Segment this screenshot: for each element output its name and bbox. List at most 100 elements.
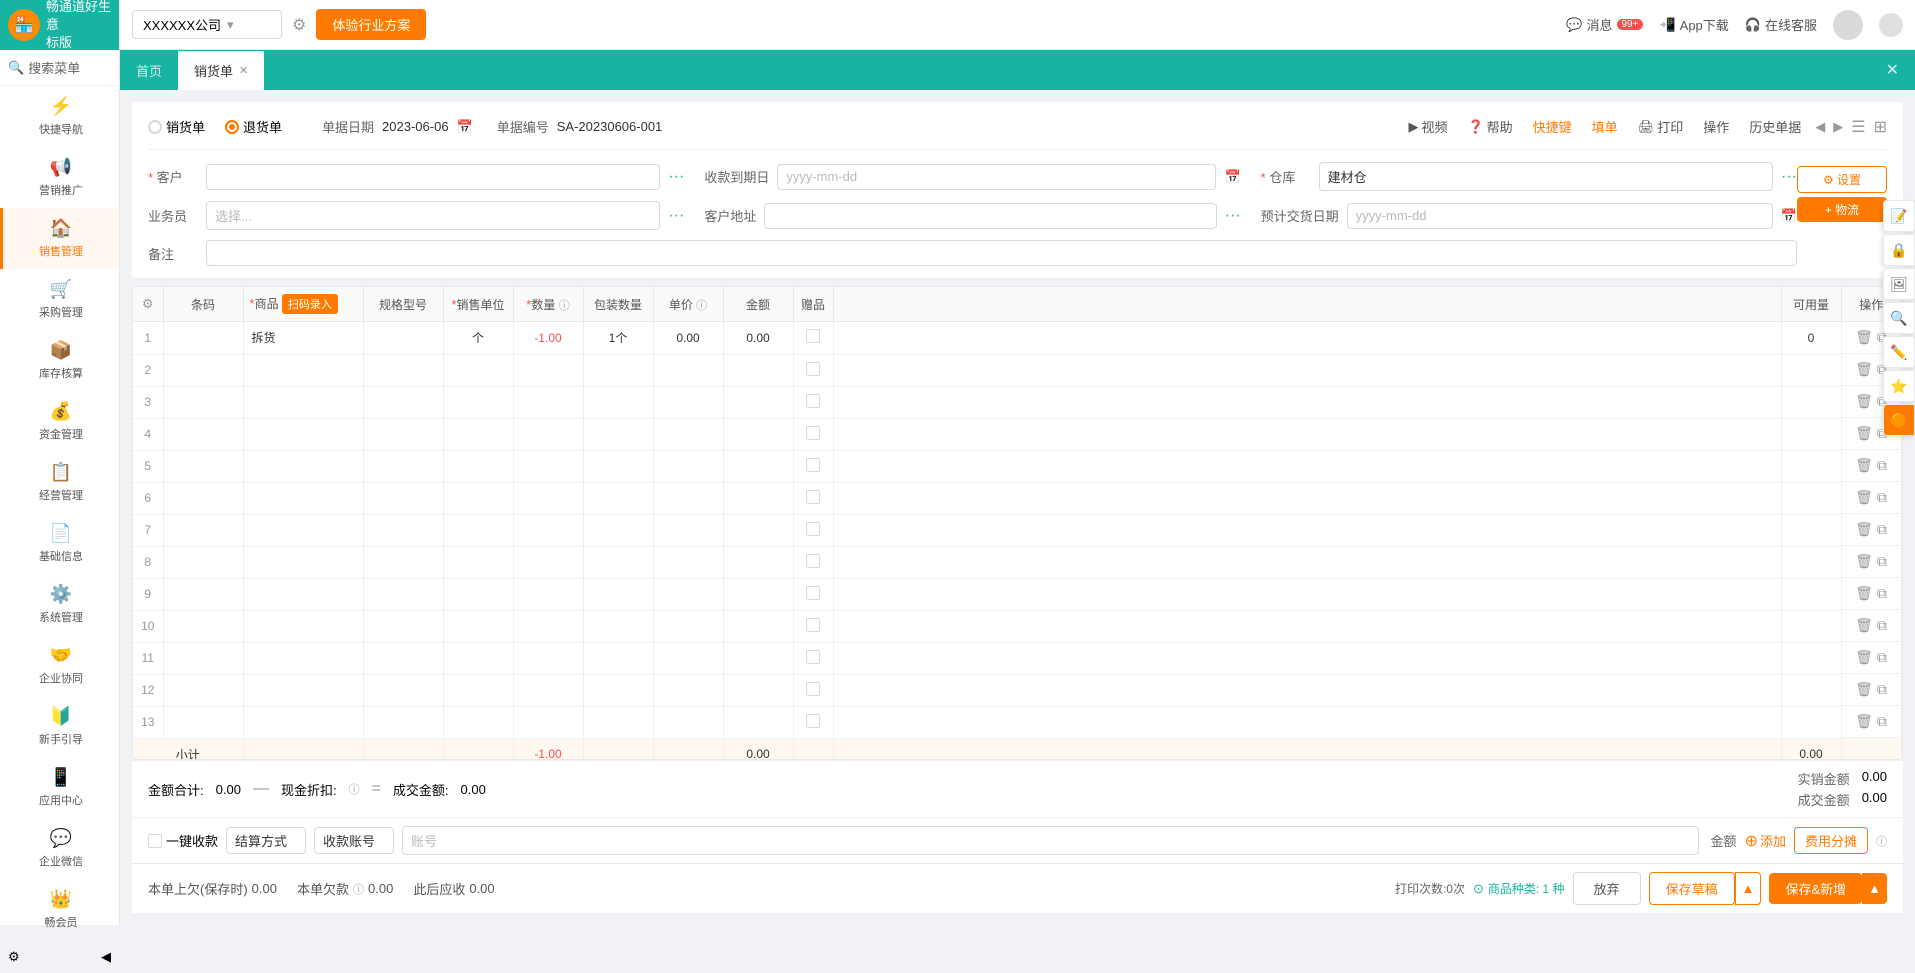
tab-sales-order[interactable]: 销货单 ✕ [178, 51, 264, 90]
settings-button[interactable]: ⚙ 设置 [1797, 166, 1887, 193]
row-product[interactable] [243, 514, 363, 546]
address-input[interactable] [764, 203, 1216, 229]
sidebar-item-vip[interactable]: 👑 畅会员 [0, 879, 119, 940]
receipt-date-input[interactable]: yyyy-mm-dd [777, 164, 1216, 190]
salesperson-dots[interactable]: ··· [668, 207, 684, 225]
row-unit[interactable] [443, 674, 513, 706]
row-unit[interactable] [443, 610, 513, 642]
row-pkgqty[interactable] [583, 642, 653, 674]
row-pkgqty[interactable] [583, 386, 653, 418]
operation-btn[interactable]: 操作 [1697, 114, 1735, 139]
row-unit[interactable]: 个 [443, 322, 513, 355]
row-qty[interactable] [513, 610, 583, 642]
row-amount[interactable] [723, 386, 793, 418]
logistics-button[interactable]: + 物流 [1797, 197, 1887, 222]
row-product[interactable]: 拆货 [243, 322, 363, 355]
row-unit[interactable] [443, 706, 513, 738]
row-gift[interactable] [793, 642, 833, 674]
row-qty[interactable] [513, 482, 583, 514]
settings-btn[interactable]: ⚙ [292, 15, 306, 35]
customer-dots[interactable]: ··· [668, 168, 684, 186]
copy-icon[interactable]: ⧉ [1877, 713, 1887, 730]
row-amount[interactable] [723, 706, 793, 738]
float-lock-btn[interactable]: 🔒 [1883, 234, 1915, 266]
expected-date-input[interactable]: yyyy-mm-dd [1347, 203, 1773, 229]
save-draft-button[interactable]: 保存草稿 [1649, 872, 1735, 905]
row-qty[interactable] [513, 642, 583, 674]
warehouse-dots[interactable]: ··· [1781, 168, 1797, 186]
delete-icon[interactable]: 🗑 [1855, 425, 1873, 442]
sidebar-item-operations[interactable]: 📋 经营管理 [0, 452, 119, 513]
row-spec[interactable] [363, 514, 443, 546]
template-btn[interactable]: 填单 [1586, 114, 1624, 139]
row-spec[interactable] [363, 418, 443, 450]
expected-calendar-icon[interactable]: 📅 [1781, 208, 1797, 224]
row-spec[interactable] [363, 450, 443, 482]
onepay-checkbox[interactable]: 一键收款 [148, 831, 218, 850]
row-product[interactable] [243, 546, 363, 578]
search-menu[interactable]: 🔍 搜索菜单 [0, 50, 119, 86]
settle-method-select[interactable]: 结算方式 [226, 827, 306, 854]
row-price[interactable] [653, 578, 723, 610]
row-qty[interactable] [513, 546, 583, 578]
row-spec[interactable] [363, 706, 443, 738]
copy-icon[interactable]: ⧉ [1877, 457, 1887, 474]
row-pkgqty[interactable] [583, 578, 653, 610]
row-qty[interactable] [513, 450, 583, 482]
row-qty[interactable] [513, 578, 583, 610]
row-product[interactable] [243, 642, 363, 674]
expense-info-icon[interactable]: ⓘ [1876, 833, 1887, 849]
row-gift[interactable] [793, 514, 833, 546]
price-info-icon[interactable]: ⓘ [696, 300, 707, 312]
row-spec[interactable] [363, 354, 443, 386]
row-gift[interactable] [793, 706, 833, 738]
sidebar-item-enterprise[interactable]: 🤝 企业协同 [0, 635, 119, 696]
avatar[interactable] [1833, 10, 1863, 40]
row-product[interactable] [243, 706, 363, 738]
delete-icon[interactable]: 🗑 [1855, 585, 1873, 602]
delete-icon[interactable]: 🗑 [1855, 649, 1873, 666]
row-amount[interactable] [723, 418, 793, 450]
save-new-chevron[interactable]: ▲ [1862, 873, 1887, 904]
delete-icon[interactable]: 🗑 [1855, 713, 1873, 730]
row-spec[interactable] [363, 322, 443, 355]
row-gift[interactable] [793, 322, 833, 355]
float-note-btn[interactable]: 📝 [1883, 200, 1915, 232]
add-btn[interactable]: ⊕ 添加 [1745, 831, 1786, 851]
row-unit[interactable] [443, 418, 513, 450]
sidebar-item-app-center[interactable]: 📱 应用中心 [0, 757, 119, 818]
collapse-icon[interactable]: ◀ [101, 949, 111, 965]
row-price[interactable] [653, 450, 723, 482]
float-edit-btn[interactable]: ✏️ [1883, 336, 1915, 368]
row-gift[interactable] [793, 354, 833, 386]
radio-return[interactable]: 退货单 [225, 117, 282, 136]
row-price[interactable] [653, 546, 723, 578]
copy-icon[interactable]: ⧉ [1877, 553, 1887, 570]
row-unit[interactable] [443, 450, 513, 482]
row-pkgqty[interactable] [583, 674, 653, 706]
delete-icon[interactable]: 🗑 [1855, 393, 1873, 410]
sidebar-item-guide[interactable]: 🔰 新手引导 [0, 696, 119, 757]
sidebar-item-basic-info[interactable]: 📄 基础信息 [0, 513, 119, 574]
customer-input[interactable] [206, 164, 660, 190]
row-gift[interactable] [793, 386, 833, 418]
sidebar-item-sales[interactable]: 🏠 销售管理 [0, 208, 119, 269]
app-download-btn[interactable]: 📲 App下载 [1659, 15, 1728, 34]
row-product[interactable] [243, 610, 363, 642]
qty-info-icon[interactable]: ⓘ [559, 300, 570, 312]
sidebar-item-purchase[interactable]: 🛒 采购管理 [0, 269, 119, 330]
row-price[interactable]: 0.00 [653, 322, 723, 355]
row-amount[interactable]: 0.00 [723, 322, 793, 355]
col-settings-icon[interactable]: ⚙ [142, 296, 154, 311]
copy-icon[interactable]: ⧉ [1877, 681, 1887, 698]
row-unit[interactable] [443, 482, 513, 514]
scan-btn[interactable]: 扫码录入 [282, 294, 338, 314]
copy-icon[interactable]: ⧉ [1877, 649, 1887, 666]
receipt-calendar-icon[interactable]: 📅 [1224, 169, 1240, 185]
delete-icon[interactable]: 🗑 [1855, 681, 1873, 698]
shortcut-btn[interactable]: 快捷键 [1527, 114, 1578, 139]
row-unit[interactable] [443, 514, 513, 546]
list-view-icon[interactable]: ☰ [1851, 117, 1865, 137]
row-price[interactable] [653, 418, 723, 450]
settle-account-select[interactable]: 收款账号 [314, 827, 394, 854]
